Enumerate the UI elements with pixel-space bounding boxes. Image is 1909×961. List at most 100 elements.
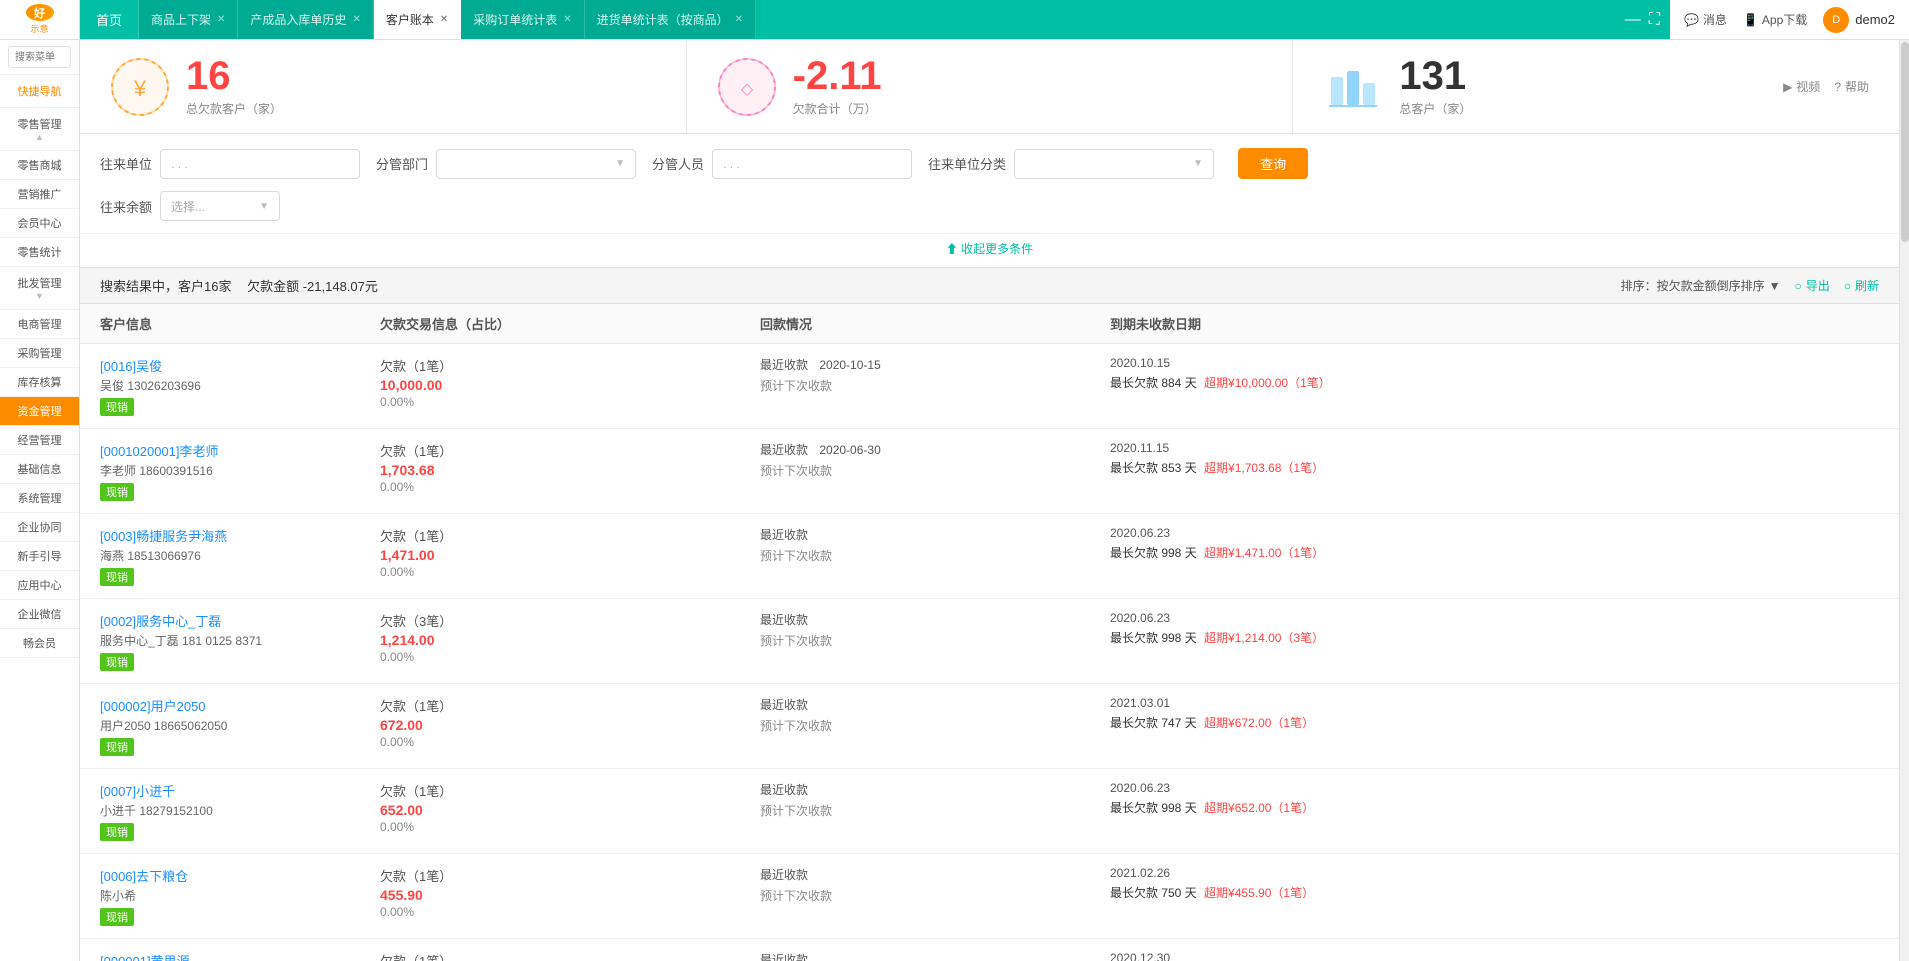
view-btn[interactable]: ▶ 视频: [1783, 78, 1820, 95]
sidebar-item-retail-stats[interactable]: 零售统计: [0, 238, 79, 267]
sidebar-item-inventory[interactable]: 库存核算: [0, 368, 79, 397]
stats-row: ¥ 16 总欠款客户（家） ◇: [80, 40, 1899, 134]
customer-cell-8: [000001]黄思源 黄思源 13552700226 现销: [100, 951, 380, 961]
customer-name-7[interactable]: [0006]去下粮仓: [100, 869, 188, 884]
sidebar-item-ops[interactable]: 经营管理: [0, 426, 79, 455]
unit-category-input[interactable]: ▼: [1014, 149, 1214, 179]
customer-name-2[interactable]: [0001020001]李老师: [100, 444, 219, 459]
sidebar-item-batch-mgmt[interactable]: 批发管理 ▼: [0, 267, 79, 310]
sidebar-item-corp-wechat[interactable]: 企业微信: [0, 600, 79, 629]
sidebar-item-retail-store[interactable]: 零售商城: [0, 151, 79, 180]
dept-label: 分管部门: [376, 154, 428, 173]
sidebar-item-finance[interactable]: 资金管理: [0, 397, 79, 426]
balance-input[interactable]: 选择... ▼: [160, 191, 280, 221]
tab-product-history-close[interactable]: ✕: [352, 14, 360, 25]
sidebar-item-guide[interactable]: 新手引导: [0, 542, 79, 571]
debt-amount-2: 1,703.68: [380, 462, 760, 478]
tab-purchase-stats[interactable]: 进货单统计表（按商品） ✕: [585, 0, 756, 39]
message-btn[interactable]: 💬 消息: [1684, 11, 1727, 28]
stat-card-2: ◇ -2.11 欠款合计（万）: [687, 40, 1294, 133]
stat-icon-2: ◇: [717, 57, 777, 117]
refresh-btn[interactable]: ○ 刷新: [1844, 277, 1879, 294]
stat-label-3: 总客户（家）: [1399, 100, 1471, 117]
tab-product-history[interactable]: 产成品入库单历史 ✕: [238, 0, 373, 39]
overdue-link-1[interactable]: 超期¥10,000.00（1笔）: [1204, 376, 1331, 390]
customer-name-6[interactable]: [0007]小进千: [100, 784, 175, 799]
stat-card-1: ¥ 16 总欠款客户（家）: [80, 40, 687, 133]
tab-minimize-icon[interactable]: —: [1625, 11, 1641, 29]
due-date-1: 2020.10.15: [1110, 356, 1879, 370]
sidebar-item-basic[interactable]: 基础信息: [0, 455, 79, 484]
sidebar: 快捷导航 零售管理 ▲ 零售商城 营销推广 会员中心 零售统计 批发管理 ▼ 电…: [0, 40, 80, 961]
overdue-1: 最长欠款 884 天 超期¥10,000.00（1笔）: [1110, 374, 1879, 391]
sidebar-item-member[interactable]: 会员中心: [0, 209, 79, 238]
tab-customer-account-close[interactable]: ✕: [440, 14, 448, 25]
customer-name-8[interactable]: [000001]黄思源: [100, 954, 190, 961]
sidebar-item-ecommerce[interactable]: 电商管理: [0, 310, 79, 339]
from-unit-dots: ...: [171, 156, 191, 171]
tab-product-offline[interactable]: 商品上下架 ✕: [139, 0, 238, 39]
debt-cell-6: 欠款（1笔） 652.00 0.00%: [380, 781, 760, 834]
filters-section: 往来单位 ... 分管部门 ▼ 分管人员 ...: [80, 134, 1899, 268]
scrollbar-thumb[interactable]: [1901, 42, 1909, 242]
filter-dept: 分管部门 ▼: [376, 149, 636, 179]
sidebar-item-purchase[interactable]: 采购管理: [0, 339, 79, 368]
stat-card-3: 131 总客户（家） ▶ 视频 ? 帮助: [1293, 40, 1899, 133]
customer-name-5[interactable]: [000002]用户2050: [100, 699, 206, 714]
sidebar-item-marketing[interactable]: 营销推广: [0, 180, 79, 209]
tab-customer-account[interactable]: 客户账本 ✕: [374, 0, 461, 39]
manager-input[interactable]: ...: [712, 149, 912, 179]
filter-balance: 往来余额 选择... ▼: [100, 191, 280, 221]
recovery-label-1: 最近收款 2020-10-15: [760, 356, 1110, 373]
debt-cell-8: 欠款（1笔） 429.00 0.00%: [380, 951, 760, 961]
avatar: D: [1823, 7, 1849, 33]
recovery-next-1: 预计下次收款: [760, 377, 1110, 394]
tabs-controls: — ⛶: [1615, 11, 1670, 29]
query-button[interactable]: 查询: [1238, 148, 1308, 179]
tab-expand-icon[interactable]: ⛶: [1649, 11, 1660, 29]
customer-name-4[interactable]: [0002]服务中心_丁磊: [100, 614, 221, 629]
recovery-cell-2: 最近收款 2020-06-30 预计下次收款: [760, 441, 1110, 479]
stat-icon-3: [1323, 57, 1383, 117]
customer-name-3[interactable]: [0003]畅捷服务尹海燕: [100, 529, 227, 544]
stat-number-3: 131: [1399, 56, 1471, 96]
stat-label-1: 总欠款客户（家）: [186, 100, 282, 117]
recovery-cell-6: 最近收款 预计下次收款: [760, 781, 1110, 819]
customer-cell-7: [0006]去下粮仓 陈小希 现销: [100, 866, 380, 926]
tab-purchase-order[interactable]: 采购订单统计表 ✕: [461, 0, 584, 39]
sidebar-item-enterprise[interactable]: 企业协同: [0, 513, 79, 542]
sort-select[interactable]: 排序：按欠款金额倒序排序 ▼: [1621, 277, 1781, 294]
app-download-btn[interactable]: 📱 App下载: [1743, 11, 1807, 28]
table-header: 客户信息 欠款交易信息（占比） 回款情况 到期未收款日期: [80, 304, 1899, 344]
user-menu[interactable]: D demo2: [1823, 7, 1895, 33]
due-cell-6: 2020.06.23 最长欠款 998 天 超期¥652.00（1笔）: [1110, 781, 1879, 816]
sidebar-item-apps[interactable]: 应用中心: [0, 571, 79, 600]
sidebar-item-quick-nav[interactable]: 快捷导航: [0, 75, 79, 108]
stat-info-2: -2.11 欠款合计（万）: [793, 56, 882, 117]
scrollbar[interactable]: [1899, 40, 1909, 961]
filter-collapse-btn[interactable]: ⬆ 收起更多条件: [80, 233, 1899, 263]
customer-name-1[interactable]: [0016]吴俊: [100, 359, 162, 374]
stat-label-2: 欠款合计（万）: [793, 100, 882, 117]
tab-home[interactable]: 首页: [80, 0, 139, 39]
sidebar-search-input[interactable]: [8, 46, 71, 68]
help-btn[interactable]: ? 帮助: [1834, 78, 1869, 95]
debt-cell-4: 欠款（3笔） 1,214.00 0.00%: [380, 611, 760, 664]
from-unit-input[interactable]: ...: [160, 149, 360, 179]
dept-input[interactable]: ▼: [436, 149, 636, 179]
tabs-container: 首页 商品上下架 ✕ 产成品入库单历史 ✕ 客户账本 ✕ 采购订单统计表 ✕ 进…: [80, 0, 1670, 39]
stat-number-1: 16: [186, 56, 282, 96]
sidebar-item-retail-mgmt[interactable]: 零售管理 ▲: [0, 108, 79, 151]
tab-purchase-order-close[interactable]: ✕: [563, 14, 571, 25]
export-btn[interactable]: ○ 导出: [1794, 277, 1829, 294]
logo-area: 好 示意: [0, 0, 80, 39]
tab-purchase-stats-close[interactable]: ✕: [735, 14, 743, 25]
tab-product-offline-close[interactable]: ✕: [217, 14, 225, 25]
customer-cell-4: [0002]服务中心_丁磊 服务中心_丁磊 181 0125 8371 现销: [100, 611, 380, 671]
stat-actions: ▶ 视频 ? 帮助: [1783, 78, 1869, 95]
debt-count-1: 欠款（1笔）: [380, 356, 760, 375]
retail-mgmt-arrow: ▲: [35, 132, 44, 142]
balance-label: 往来余额: [100, 197, 152, 216]
sidebar-item-sys[interactable]: 系统管理: [0, 484, 79, 513]
sidebar-item-vip[interactable]: 畅会员: [0, 629, 79, 658]
